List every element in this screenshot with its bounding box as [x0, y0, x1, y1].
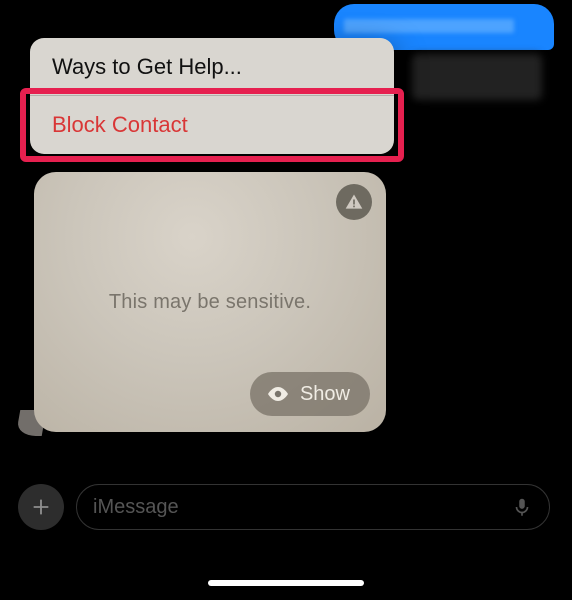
home-indicator[interactable]	[208, 580, 364, 586]
sensitive-warning-text: This may be sensitive.	[109, 291, 311, 314]
show-button-label: Show	[300, 383, 350, 406]
redacted-text	[344, 19, 514, 33]
sensitive-content-card[interactable]: This may be sensitive. Show	[34, 172, 386, 432]
message-input[interactable]: iMessage	[76, 484, 550, 530]
menu-item-label: Ways to Get Help...	[52, 54, 242, 80]
add-attachment-button[interactable]	[18, 484, 64, 530]
microphone-icon[interactable]	[511, 496, 533, 518]
message-placeholder: iMessage	[93, 496, 179, 519]
warning-icon	[336, 184, 372, 220]
redacted-overflow	[412, 54, 542, 100]
menu-item-get-help[interactable]: Ways to Get Help...	[30, 38, 394, 96]
eye-icon	[266, 382, 290, 406]
show-content-button[interactable]: Show	[250, 372, 370, 416]
menu-item-block-contact[interactable]: Block Contact	[30, 96, 394, 154]
menu-item-label: Block Contact	[52, 112, 188, 138]
messages-screen: Ways to Get Help... Block Contact This m…	[0, 0, 572, 600]
message-context-menu: Ways to Get Help... Block Contact	[30, 38, 394, 154]
plus-icon	[30, 496, 52, 518]
warning-triangle-icon	[344, 192, 364, 212]
